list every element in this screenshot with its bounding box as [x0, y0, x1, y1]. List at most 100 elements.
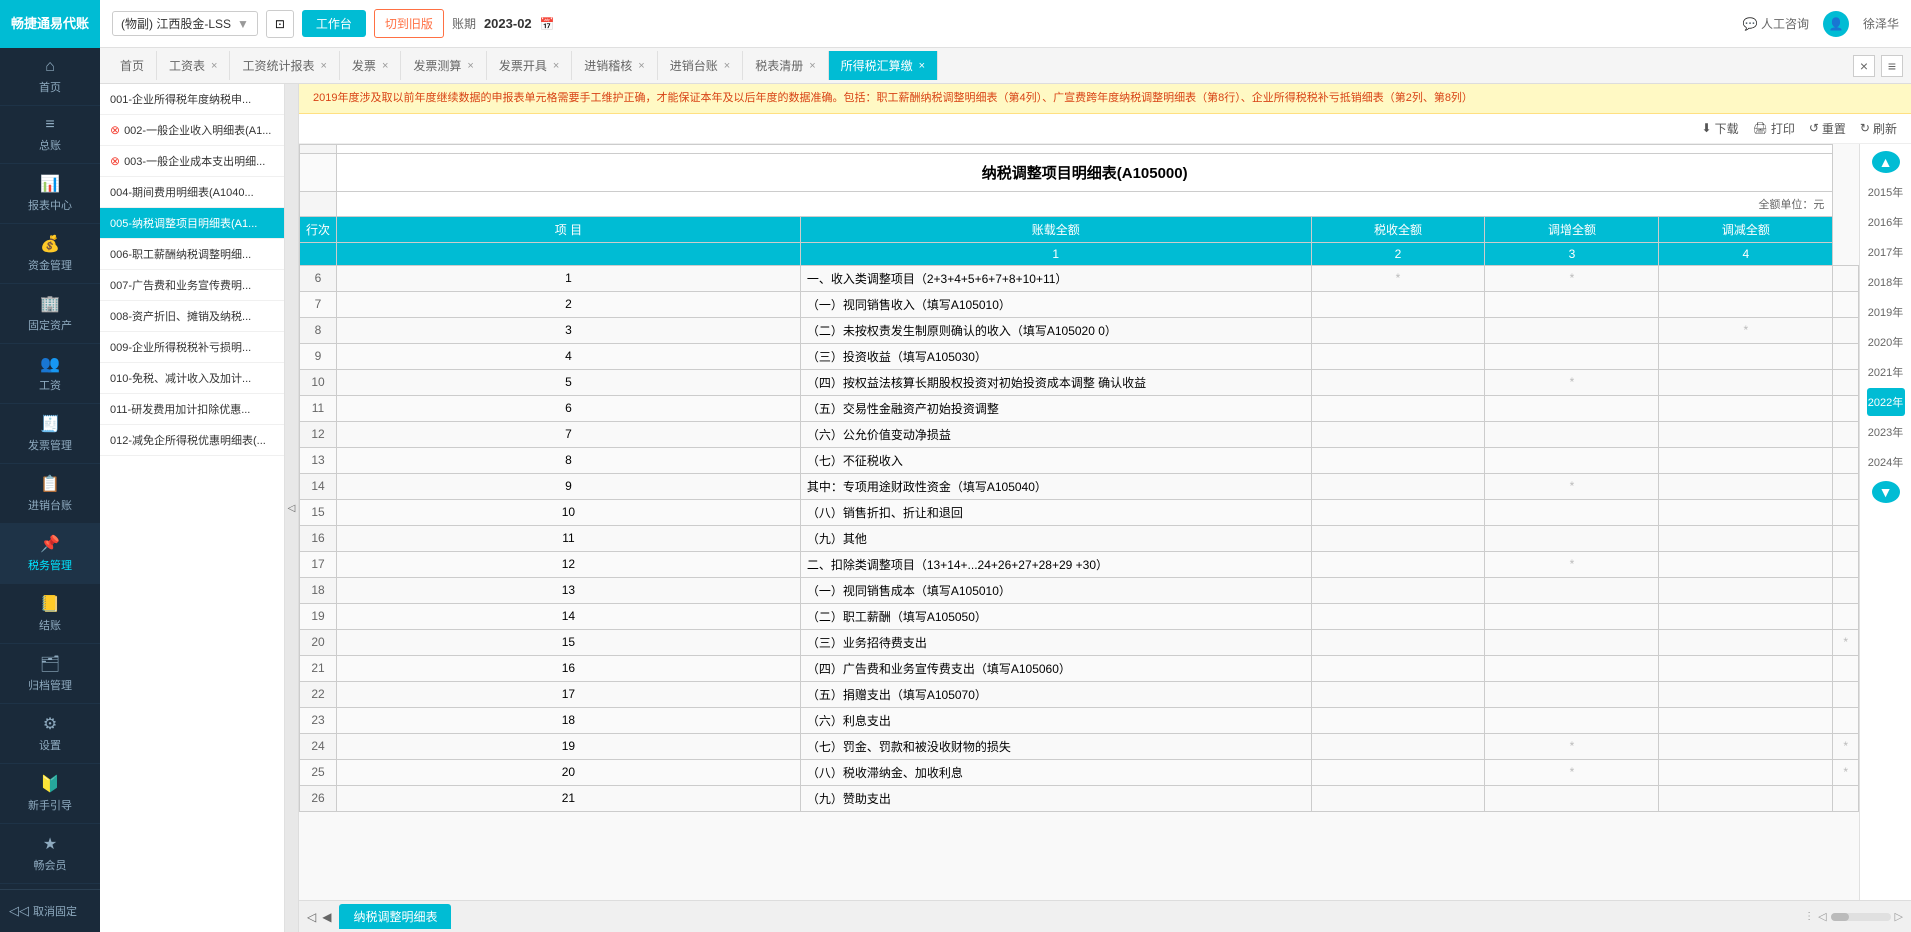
left-panel-item-001[interactable]: 001-企业所得税年度纳税申...: [100, 84, 284, 115]
data-cell-col2[interactable]: [1485, 655, 1659, 681]
tab-salary[interactable]: 工资表 ×: [157, 51, 230, 80]
data-cell-col2[interactable]: *: [1485, 733, 1659, 759]
data-cell-col4[interactable]: [1833, 499, 1859, 525]
data-cell-col3[interactable]: *: [1659, 317, 1833, 343]
data-cell-col2[interactable]: [1485, 291, 1659, 317]
scroll-left-icon[interactable]: ◁: [1818, 910, 1826, 923]
data-cell-col3[interactable]: [1659, 499, 1833, 525]
tab-invoice-issue[interactable]: 发票开具 ×: [487, 51, 572, 80]
sheet-first-icon[interactable]: ◀: [322, 910, 331, 924]
sidebar-item-invoice[interactable]: 🧾 发票管理: [0, 404, 100, 464]
data-cell-col2[interactable]: [1485, 317, 1659, 343]
item-cell[interactable]: （九）赞助支出: [800, 785, 1311, 811]
data-cell-col4[interactable]: [1833, 343, 1859, 369]
item-cell[interactable]: （九）其他: [800, 525, 1311, 551]
data-cell-col1[interactable]: [1311, 707, 1485, 733]
data-cell-col1[interactable]: [1311, 785, 1485, 811]
sidebar-item-ledger[interactable]: ≡ 总账: [0, 106, 100, 164]
data-cell-col3[interactable]: [1659, 395, 1833, 421]
company-selector[interactable]: (物副) 江西股金-LSS ▼: [112, 11, 258, 36]
scrollbar[interactable]: [1831, 913, 1891, 921]
data-cell-col1[interactable]: [1311, 759, 1485, 785]
data-cell-col4[interactable]: [1833, 265, 1859, 291]
left-panel-item-011[interactable]: 011-研发费用加计扣除优惠...: [100, 394, 284, 425]
data-cell-col3[interactable]: [1659, 707, 1833, 733]
year-down-button[interactable]: ▼: [1872, 481, 1900, 503]
left-panel-item-007[interactable]: 007-广告费和业务宣传费明...: [100, 270, 284, 301]
data-cell-col2[interactable]: [1485, 785, 1659, 811]
bottom-tab-item[interactable]: 纳税调整明细表: [339, 904, 451, 929]
data-cell-col3[interactable]: [1659, 343, 1833, 369]
item-cell[interactable]: （五）交易性金融资产初始投资调整: [800, 395, 1311, 421]
data-cell-col3[interactable]: [1659, 551, 1833, 577]
data-cell-col4[interactable]: [1833, 421, 1859, 447]
old-version-button[interactable]: 切到旧版: [374, 9, 444, 38]
data-cell-col1[interactable]: [1311, 603, 1485, 629]
data-cell-col2[interactable]: *: [1485, 473, 1659, 499]
data-cell-col3[interactable]: [1659, 421, 1833, 447]
item-cell[interactable]: （二）职工薪酬（填写A105050）: [800, 603, 1311, 629]
data-cell-col2[interactable]: *: [1485, 265, 1659, 291]
data-cell-col3[interactable]: [1659, 759, 1833, 785]
collapse-panel-button[interactable]: ◁: [285, 84, 299, 932]
data-cell-col4[interactable]: *: [1833, 629, 1859, 655]
item-cell[interactable]: 一、收入类调整项目（2+3+4+5+6+7+8+10+11）: [800, 265, 1311, 291]
item-cell[interactable]: （四）广告费和业务宣传费支出（填写A105060）: [800, 655, 1311, 681]
data-cell-col1[interactable]: [1311, 473, 1485, 499]
data-cell-col2[interactable]: [1485, 603, 1659, 629]
data-cell-col2[interactable]: [1485, 525, 1659, 551]
sidebar-item-home[interactable]: ⌂ 首页: [0, 48, 100, 106]
tab-close-icon[interactable]: ×: [638, 60, 644, 72]
user-query-button[interactable]: 💬 人工咨询: [1743, 15, 1809, 32]
year-btn[interactable]: 2023年: [1867, 418, 1905, 446]
tab-close-icon[interactable]: ×: [553, 60, 559, 72]
data-cell-col3[interactable]: [1659, 603, 1833, 629]
calendar-icon[interactable]: 📅: [540, 17, 555, 31]
user-avatar[interactable]: 👤: [1823, 11, 1849, 37]
tab-close-icon[interactable]: ×: [809, 60, 815, 72]
data-cell-col4[interactable]: [1833, 291, 1859, 317]
left-panel-item-012[interactable]: 012-减免企所得税优惠明细表(...: [100, 425, 284, 456]
copy-button[interactable]: ⊡: [266, 10, 294, 38]
data-cell-col1[interactable]: [1311, 551, 1485, 577]
item-cell[interactable]: （三）投资收益（填写A105030）: [800, 343, 1311, 369]
data-cell-col1[interactable]: [1311, 499, 1485, 525]
data-cell-col4[interactable]: [1833, 525, 1859, 551]
item-cell[interactable]: （三）业务招待费支出: [800, 629, 1311, 655]
year-btn[interactable]: 2019年: [1867, 298, 1905, 326]
data-cell-col2[interactable]: [1485, 707, 1659, 733]
data-cell-col4[interactable]: [1833, 603, 1859, 629]
tab-close-icon[interactable]: ×: [919, 60, 925, 72]
item-cell[interactable]: （一）视同销售成本（填写A105010）: [800, 577, 1311, 603]
year-up-button[interactable]: ▲: [1872, 151, 1900, 173]
data-cell-col1[interactable]: [1311, 629, 1485, 655]
tab-close-icon[interactable]: ×: [320, 60, 326, 72]
data-cell-col3[interactable]: [1659, 447, 1833, 473]
data-cell-col1[interactable]: [1311, 525, 1485, 551]
data-cell-col3[interactable]: [1659, 681, 1833, 707]
sidebar-item-member[interactable]: ★ 畅会员: [0, 824, 100, 884]
data-cell-col2[interactable]: [1485, 421, 1659, 447]
left-panel-item-002[interactable]: ⊗ 002-一般企业收入明细表(A1...: [100, 115, 284, 146]
data-cell-col3[interactable]: [1659, 369, 1833, 395]
year-btn[interactable]: 2021年: [1867, 358, 1905, 386]
data-cell-col4[interactable]: [1833, 551, 1859, 577]
close-all-button[interactable]: ×: [1853, 55, 1875, 77]
year-btn[interactable]: 2024年: [1867, 448, 1905, 476]
year-btn[interactable]: 2017年: [1867, 238, 1905, 266]
data-cell-col2[interactable]: [1485, 343, 1659, 369]
download-button[interactable]: ⬇ 下载: [1702, 120, 1739, 137]
data-cell-col1[interactable]: [1311, 369, 1485, 395]
item-cell[interactable]: （七）罚金、罚款和被没收财物的损失: [800, 733, 1311, 759]
sidebar-item-archive[interactable]: 🗂 归档管理: [0, 644, 100, 704]
data-cell-col2[interactable]: [1485, 447, 1659, 473]
data-cell-col1[interactable]: [1311, 291, 1485, 317]
data-cell-col1[interactable]: [1311, 343, 1485, 369]
data-cell-col1[interactable]: [1311, 733, 1485, 759]
sidebar-item-salary[interactable]: 👥 工资: [0, 344, 100, 404]
tab-home[interactable]: 首页: [108, 51, 157, 80]
data-cell-col4[interactable]: *: [1833, 759, 1859, 785]
workbench-button[interactable]: 工作台: [302, 10, 366, 37]
data-cell-col4[interactable]: [1833, 447, 1859, 473]
tab-invoice[interactable]: 发票 ×: [340, 51, 401, 80]
